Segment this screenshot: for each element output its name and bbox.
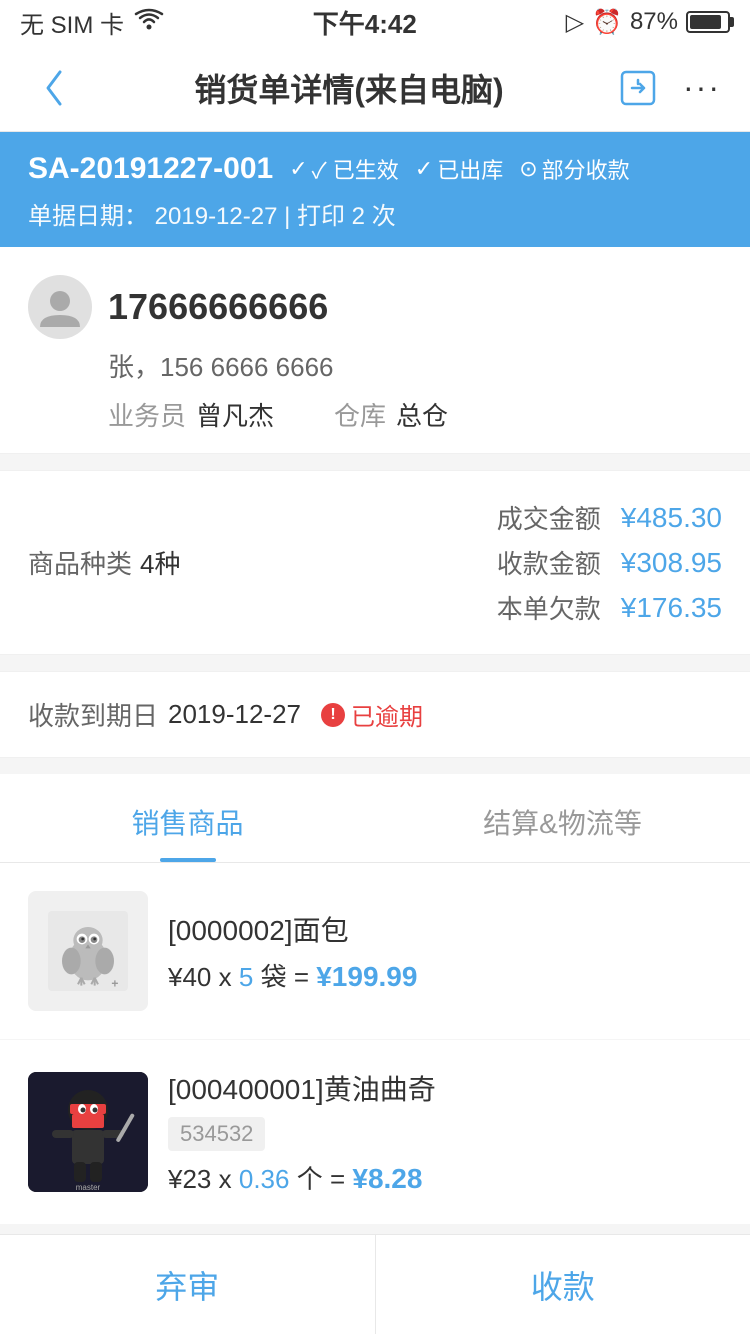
battery-icon — [686, 11, 730, 33]
deal-label: 成交金额 — [497, 499, 601, 536]
tab-sales-products[interactable]: 销售商品 — [0, 774, 375, 862]
print-info: | 打印 2 次 — [284, 203, 396, 230]
product-name-1: [0000002]面包 — [168, 909, 722, 949]
collect-payment-button[interactable]: 收款 — [376, 1235, 750, 1334]
overdue-badge: ! 已逾期 — [321, 697, 423, 732]
product-qty-2: 0.36 — [239, 1164, 290, 1194]
product-total-2: ¥8.28 — [352, 1163, 422, 1194]
product-thumbnail-2: master — [28, 1072, 148, 1192]
header-band-date: 单据日期： 2019-12-27 | 打印 2 次 — [28, 196, 722, 231]
received-label: 收款金额 — [497, 544, 601, 581]
warehouse-label: 仓库 — [334, 396, 386, 433]
type-label: 商品种类 — [28, 544, 132, 581]
customer-name-phone: 张，156 6666 6666 — [108, 347, 722, 384]
overdue-icon: ! — [321, 703, 345, 727]
product-total-1: ¥199.99 — [316, 961, 417, 992]
date-value: 2019-12-27 — [155, 203, 278, 230]
tab-settlement-logistics[interactable]: 结算&物流等 — [375, 774, 750, 862]
badge-activated: ✓ ✓ 已生效 — [289, 153, 399, 185]
owed-label: 本单欠款 — [497, 589, 601, 626]
summary-section: 商品种类 4种 成交金额 ¥485.30 收款金额 ¥308.95 本单欠款 ¥… — [0, 470, 750, 655]
product-thumbnail-1: + — [28, 891, 148, 1011]
order-id: SA-20191227-001 — [28, 152, 273, 186]
summary-grid: 商品种类 4种 成交金额 ¥485.30 收款金额 ¥308.95 本单欠款 ¥… — [28, 499, 722, 626]
customer-avatar — [28, 275, 92, 339]
product-type-info: 商品种类 4种 — [28, 499, 180, 626]
due-date-value: 2019-12-27 — [168, 699, 301, 730]
badge-partial-payment: ⊙ 部分收款 — [519, 153, 629, 185]
product-price-1: ¥40 x 5 袋 = ¥199.99 — [168, 957, 722, 994]
product-sku-2: 534532 — [168, 1117, 265, 1151]
deal-amount-row: 成交金额 ¥485.30 — [497, 499, 722, 536]
customer-row1: 17666666666 — [28, 275, 722, 339]
product-name-2: [000400001]黄油曲奇 — [168, 1068, 722, 1108]
date-label: 单据日期： — [28, 203, 148, 230]
sales-info: 业务员 曾凡杰 — [108, 396, 274, 433]
received-amount-row: 收款金额 ¥308.95 — [497, 544, 722, 581]
product-info-1: [0000002]面包 ¥40 x 5 袋 = ¥199.99 — [168, 909, 722, 994]
svg-text:master: master — [76, 1183, 101, 1192]
product-info-2: [000400001]黄油曲奇 534532 ¥23 x 0.36 个 = ¥8… — [168, 1068, 722, 1196]
status-right: ▷ ⏰ 87% — [566, 8, 730, 37]
owed-amount: ¥176.35 — [621, 592, 722, 624]
type-value: 4种 — [140, 544, 180, 581]
sales-label: 业务员 — [108, 396, 186, 433]
back-button[interactable] — [24, 58, 84, 118]
warehouse-value: 总仓 — [396, 396, 448, 433]
more-button[interactable]: ··· — [678, 64, 726, 112]
deal-amount: ¥485.30 — [621, 502, 722, 534]
owed-amount-row: 本单欠款 ¥176.35 — [497, 589, 722, 626]
due-date-label: 收款到期日 — [28, 696, 158, 733]
customer-section: 17666666666 张，156 6666 6666 业务员 曾凡杰 仓库 总… — [0, 247, 750, 454]
amount-summary: 成交金额 ¥485.30 收款金额 ¥308.95 本单欠款 ¥176.35 — [497, 499, 722, 626]
product-price-2: ¥23 x 0.36 个 = ¥8.28 — [168, 1159, 722, 1196]
clock-icon: ⊙ — [519, 156, 537, 182]
customer-account-id: 17666666666 — [108, 286, 328, 328]
battery-percent: 87% — [630, 8, 678, 36]
tabs-section: 销售商品 结算&物流等 — [0, 774, 750, 863]
abandon-review-button[interactable]: 弃审 — [0, 1235, 376, 1334]
status-time: 下午4:42 — [313, 4, 417, 41]
share-button[interactable] — [614, 64, 662, 112]
customer-meta: 业务员 曾凡杰 仓库 总仓 — [108, 396, 722, 433]
products-section: + [0000002]面包 ¥40 x 5 袋 = ¥199.99 — [0, 863, 750, 1225]
warehouse-info: 仓库 总仓 — [334, 396, 448, 433]
more-icon: ··· — [683, 69, 721, 106]
header-band: SA-20191227-001 ✓ ✓ 已生效 ✓ 已出库 ⊙ 部分收款 单据日… — [0, 132, 750, 247]
nav-bar: 销货单详情(来自电脑) ··· — [0, 44, 750, 132]
product-item-2: master [000400001]黄油曲奇 534532 ¥23 x 0.36… — [0, 1040, 750, 1225]
overdue-label: 已逾期 — [351, 697, 423, 732]
nav-actions: ··· — [614, 64, 726, 112]
bottom-bar: 弃审 收款 — [0, 1234, 750, 1334]
status-bar: 无 SIM 卡 下午4:42 ▷ ⏰ 87% — [0, 0, 750, 44]
svg-text:+: + — [111, 977, 118, 991]
page-title: 销货单详情(来自电脑) — [84, 65, 614, 111]
check-icon-activated: ✓ — [289, 156, 307, 182]
alarm-icon: ⏰ — [592, 8, 622, 37]
check-icon-shipped: ✓ — [415, 156, 433, 182]
received-amount: ¥308.95 — [621, 547, 722, 579]
due-date-section: 收款到期日 2019-12-27 ! 已逾期 — [0, 671, 750, 758]
wifi-icon — [134, 8, 164, 37]
badge-shipped: ✓ 已出库 — [415, 153, 503, 185]
sales-value: 曾凡杰 — [196, 396, 274, 433]
product-item: + [0000002]面包 ¥40 x 5 袋 = ¥199.99 — [0, 863, 750, 1040]
location-icon: ▷ — [566, 8, 584, 37]
header-band-row1: SA-20191227-001 ✓ ✓ 已生效 ✓ 已出库 ⊙ 部分收款 — [28, 152, 722, 186]
status-left: 无 SIM 卡 — [20, 5, 164, 40]
carrier-label: 无 SIM 卡 — [20, 5, 124, 40]
product-qty-1: 5 — [239, 962, 253, 992]
